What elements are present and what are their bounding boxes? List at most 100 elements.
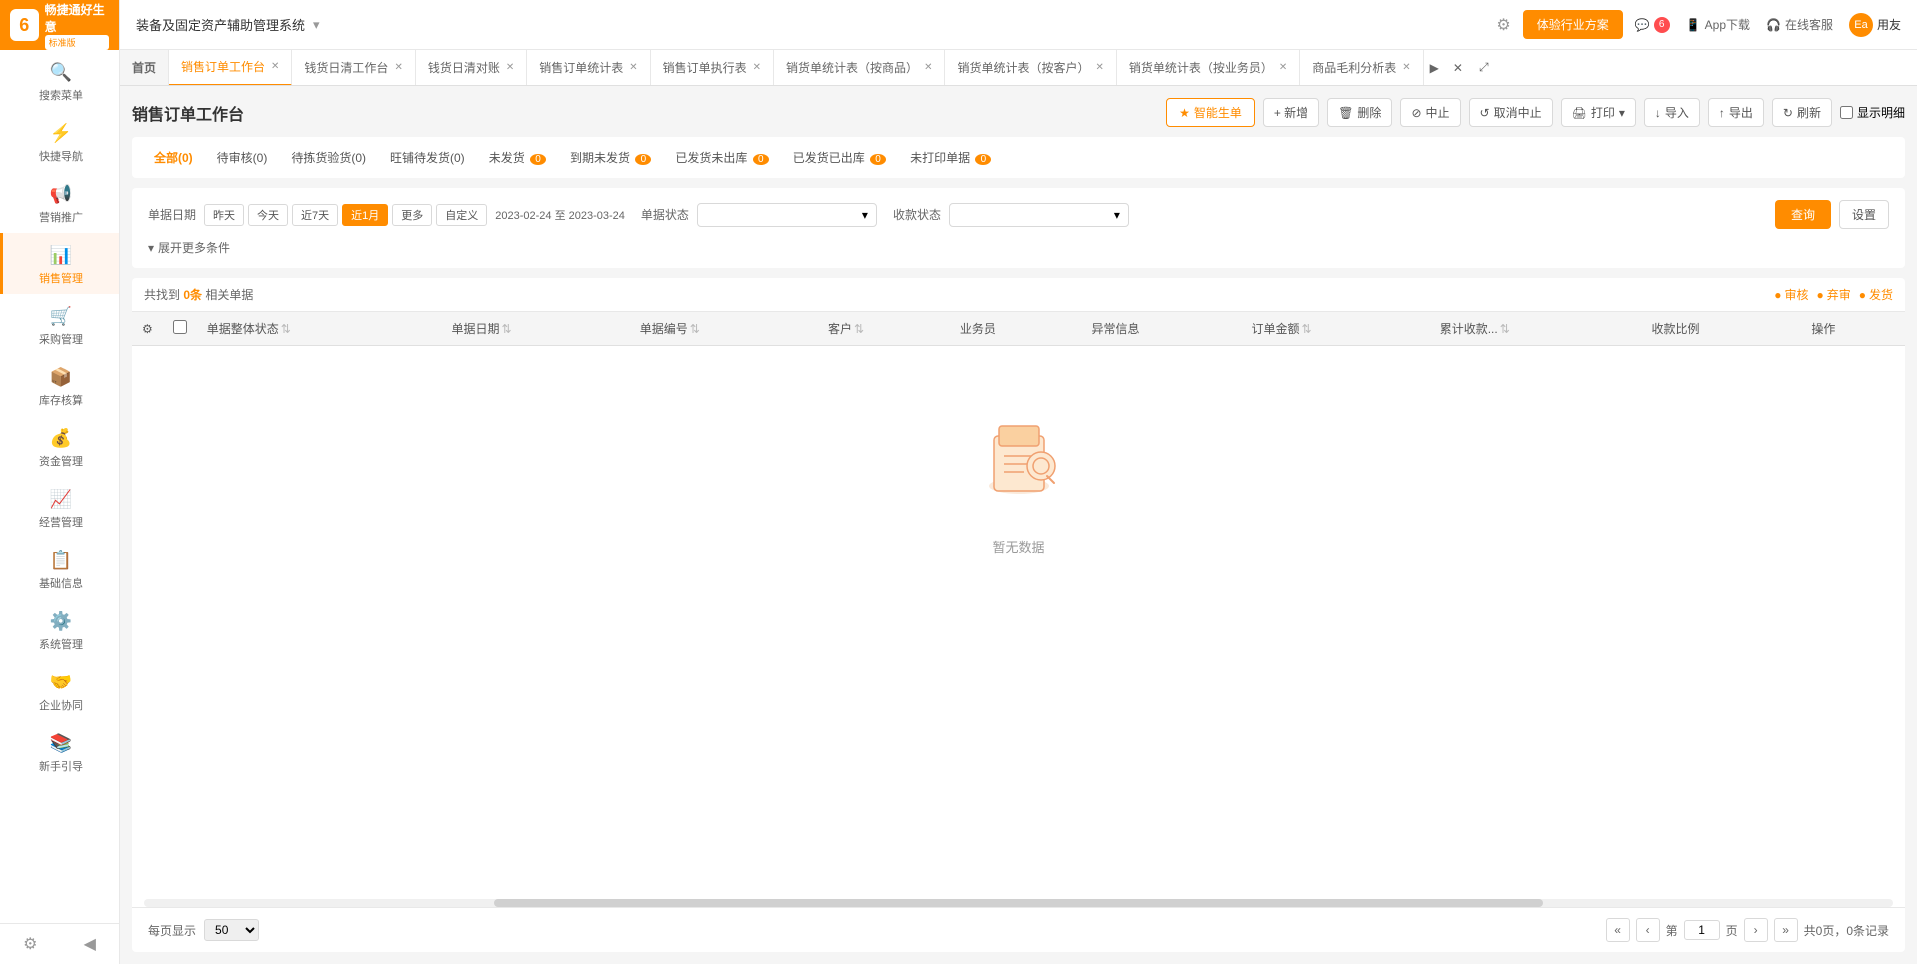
subtab-overdue[interactable]: 到期未发货 0 bbox=[560, 145, 661, 170]
tab-sales-stat-customer-close[interactable]: ✕ bbox=[1095, 62, 1103, 73]
sidebar-item-guide[interactable]: 📚 新手引导 bbox=[0, 721, 119, 782]
prev-page-button[interactable]: ‹ bbox=[1636, 918, 1660, 942]
tabbar-maximize-button[interactable]: ⤢ bbox=[1471, 60, 1497, 75]
tab-cash-reconcile-close[interactable]: ✕ bbox=[506, 62, 514, 73]
horizontal-scrollbar[interactable] bbox=[144, 899, 1893, 907]
add-button[interactable]: + 新增 bbox=[1263, 98, 1319, 127]
subtab-wangpu[interactable]: 旺铺待发货(0) bbox=[380, 145, 475, 170]
tab-sales-stat-staff-close[interactable]: ✕ bbox=[1279, 62, 1287, 73]
tab-sales-stat-customer[interactable]: 销货单统计表（按客户） ✕ bbox=[945, 50, 1116, 86]
print-button[interactable]: 🖨 打印 ▾ bbox=[1561, 98, 1636, 127]
subtab-not-printed[interactable]: 未打印单据 0 bbox=[900, 145, 1001, 170]
guide-icon: 📚 bbox=[50, 733, 72, 754]
empty-icon bbox=[969, 406, 1069, 525]
tab-sales-stat-product-close[interactable]: ✕ bbox=[924, 62, 932, 73]
app-download-action[interactable]: 📱 App下载 bbox=[1686, 16, 1750, 33]
tab-cash-reconcile[interactable]: 钱货日清对账 ✕ bbox=[416, 50, 527, 86]
filter-today-btn[interactable]: 今天 bbox=[248, 204, 288, 226]
page-size-select[interactable]: 50 10 20 100 bbox=[204, 919, 259, 941]
tab-sales-order[interactable]: 销售订单工作台 ✕ bbox=[169, 50, 292, 86]
chevron-down-icon: ▾ bbox=[862, 208, 868, 222]
tabbar-close-all-button[interactable]: ✕ bbox=[1445, 61, 1471, 75]
filter-last7-btn[interactable]: 近7天 bbox=[292, 204, 338, 226]
first-page-button[interactable]: « bbox=[1606, 918, 1630, 942]
tab-sales-stat-product[interactable]: 销货单统计表（按商品） ✕ bbox=[774, 50, 945, 86]
page-input[interactable] bbox=[1684, 920, 1720, 940]
message-icon: 💬 bbox=[1635, 18, 1650, 32]
show-details-checkbox[interactable] bbox=[1840, 106, 1853, 119]
message-action[interactable]: 💬 6 bbox=[1635, 17, 1670, 33]
collapse-button[interactable]: ◀ bbox=[84, 934, 96, 954]
tab-sales-stat[interactable]: 销售订单统计表 ✕ bbox=[527, 50, 650, 86]
smart-generate-button[interactable]: ★ 智能生单 bbox=[1166, 98, 1255, 127]
subtab-pending-review[interactable]: 待审核(0) bbox=[207, 145, 278, 170]
suspend-button[interactable]: ⊘ 中止 bbox=[1400, 98, 1460, 127]
trial-button[interactable]: 体验行业方案 bbox=[1523, 10, 1623, 39]
col-ratio-header: 收款比例 bbox=[1642, 312, 1802, 346]
tab-cash-daily-close[interactable]: ✕ bbox=[394, 62, 402, 73]
import-button[interactable]: ↓ 导入 bbox=[1644, 98, 1700, 127]
sidebar-nav: 🔍 搜索菜单 ⚡ 快捷导航 📢 营销推广 📊 销售管理 🛒 采购管理 📦 库存核… bbox=[0, 50, 119, 923]
show-details-toggle[interactable]: 显示明细 bbox=[1840, 104, 1905, 121]
review-action-button[interactable]: ● 审核 bbox=[1774, 286, 1808, 303]
refresh-icon: ↻ bbox=[1783, 106, 1793, 120]
settings-button[interactable]: ⚙ bbox=[23, 934, 37, 954]
sidebar-item-sales[interactable]: 📊 销售管理 bbox=[0, 233, 119, 294]
purchase-icon: 🛒 bbox=[50, 306, 72, 327]
tabbar-more-button[interactable]: ▶ bbox=[1424, 61, 1445, 75]
table-scroll-container[interactable]: ⚙ 单据整体状态⇅ 单据日期⇅ 单据编号⇅ 客户⇅ 业务员 异常信息 订单金额⇅… bbox=[132, 312, 1905, 899]
sidebar-item-search[interactable]: 🔍 搜索菜单 bbox=[0, 50, 119, 111]
sidebar-item-basic[interactable]: 📋 基础信息 bbox=[0, 538, 119, 599]
sidebar-item-purchase[interactable]: 🛒 采购管理 bbox=[0, 294, 119, 355]
table-area: 共找到 0条 相关单据 ● 审核 ● 弃审 ● 发货 bbox=[132, 278, 1905, 952]
delete-button[interactable]: 🗑 删除 bbox=[1327, 98, 1392, 127]
subtab-pending-inspect[interactable]: 待拣货验货(0) bbox=[281, 145, 376, 170]
tab-product-profit-close[interactable]: ✕ bbox=[1402, 62, 1410, 73]
ship-action-button[interactable]: ● 发货 bbox=[1859, 286, 1893, 303]
next-page-button[interactable]: › bbox=[1744, 918, 1768, 942]
online-service-action[interactable]: 🎧 在线客服 bbox=[1766, 16, 1833, 33]
sidebar-item-system[interactable]: ⚙️ 系统管理 bbox=[0, 599, 119, 660]
query-button[interactable]: 查询 bbox=[1775, 200, 1831, 229]
cancel-suspend-button[interactable]: ↺ 取消中止 bbox=[1469, 98, 1553, 127]
tab-home[interactable]: 首页 bbox=[120, 50, 169, 86]
tab-sales-exec-close[interactable]: ✕ bbox=[753, 62, 761, 73]
user-menu[interactable]: Ea 用友 bbox=[1849, 13, 1901, 37]
filter-expand-button[interactable]: ▾ 展开更多条件 bbox=[148, 239, 230, 256]
refresh-button[interactable]: ↻ 刷新 bbox=[1772, 98, 1832, 127]
tab-sales-stat-close[interactable]: ✕ bbox=[629, 62, 637, 73]
sidebar-item-inventory[interactable]: 📦 库存核算 bbox=[0, 355, 119, 416]
filter-yesterday-btn[interactable]: 昨天 bbox=[204, 204, 244, 226]
scrollbar-thumb[interactable] bbox=[494, 899, 1543, 907]
revoke-action-button[interactable]: ● 弃审 bbox=[1816, 286, 1850, 303]
sidebar-item-quick[interactable]: ⚡ 快捷导航 bbox=[0, 111, 119, 172]
table-toolbar: 共找到 0条 相关单据 ● 审核 ● 弃审 ● 发货 bbox=[132, 278, 1905, 312]
page-size-label: 每页显示 bbox=[148, 922, 196, 939]
tab-product-profit[interactable]: 商品毛利分析表 ✕ bbox=[1300, 50, 1423, 86]
sidebar-item-finance[interactable]: 💰 资金管理 bbox=[0, 416, 119, 477]
subtab-not-shipped[interactable]: 未发货 0 bbox=[479, 145, 556, 170]
sidebar-item-operation[interactable]: 📈 经营管理 bbox=[0, 477, 119, 538]
subtab-all[interactable]: 全部(0) bbox=[144, 145, 203, 170]
subtab-shipped-out[interactable]: 已发货已出库 0 bbox=[783, 145, 896, 170]
sidebar-item-promo[interactable]: 📢 营销推广 bbox=[0, 172, 119, 233]
tab-sales-order-close[interactable]: ✕ bbox=[271, 61, 279, 72]
import-icon: ↓ bbox=[1655, 106, 1661, 120]
filter-more-btn[interactable]: 更多 bbox=[392, 204, 432, 226]
filter-payment-select[interactable]: ▾ bbox=[949, 203, 1129, 227]
export-button[interactable]: ↑ 导出 bbox=[1708, 98, 1764, 127]
select-all-checkbox[interactable] bbox=[173, 320, 187, 334]
sidebar-item-coop[interactable]: 🤝 企业协同 bbox=[0, 660, 119, 721]
gear-icon[interactable]: ⚙ bbox=[1496, 15, 1510, 35]
page-title: 销售订单工作台 bbox=[132, 101, 244, 125]
last-page-button[interactable]: » bbox=[1774, 918, 1798, 942]
subtab-shipped-not-out[interactable]: 已发货未出库 0 bbox=[665, 145, 778, 170]
filter-status-select[interactable]: ▾ bbox=[697, 203, 877, 227]
filter-custom-btn[interactable]: 自定义 bbox=[436, 204, 487, 226]
filter-last1m-btn[interactable]: 近1月 bbox=[342, 204, 388, 226]
tab-cash-daily[interactable]: 钱货日清工作台 ✕ bbox=[292, 50, 415, 86]
tab-sales-exec[interactable]: 销售订单执行表 ✕ bbox=[651, 50, 774, 86]
tab-home-label: 首页 bbox=[132, 59, 156, 76]
filter-setting-button[interactable]: 设置 bbox=[1839, 200, 1889, 229]
tab-sales-stat-staff[interactable]: 销货单统计表（按业务员） ✕ bbox=[1117, 50, 1300, 86]
